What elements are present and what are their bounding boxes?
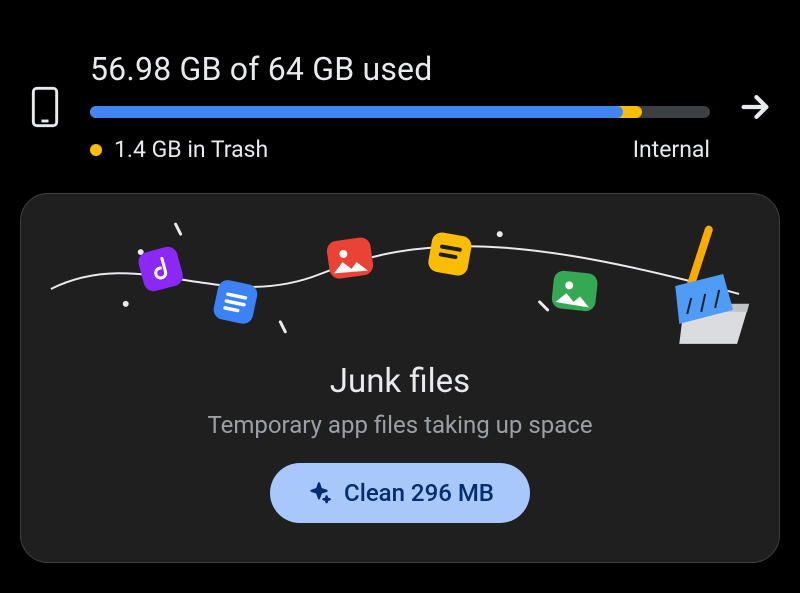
junk-files-card: Junk files Temporary app files taking up… — [20, 193, 780, 563]
storage-type-label: Internal — [633, 136, 710, 163]
progress-used-segment — [90, 106, 623, 118]
storage-summary[interactable]: 56.98 GB of 64 GB used 1.4 GB in Trash I… — [0, 0, 800, 183]
phone-icon — [20, 86, 70, 128]
clean-button[interactable]: Clean 296 MB — [270, 463, 530, 523]
trash-dot-icon — [90, 144, 102, 156]
storage-progress-bar — [90, 106, 710, 118]
trash-size-label: 1.4 GB in Trash — [90, 136, 268, 163]
arrow-forward-icon[interactable] — [730, 90, 780, 124]
sparkle-icon — [306, 480, 332, 506]
card-title: Junk files — [330, 362, 470, 401]
storage-used-text: 56.98 GB of 64 GB used — [90, 50, 710, 88]
card-subtitle: Temporary app files taking up space — [207, 411, 592, 439]
cleanup-illustration — [21, 194, 779, 354]
clean-button-label: Clean 296 MB — [344, 479, 494, 507]
